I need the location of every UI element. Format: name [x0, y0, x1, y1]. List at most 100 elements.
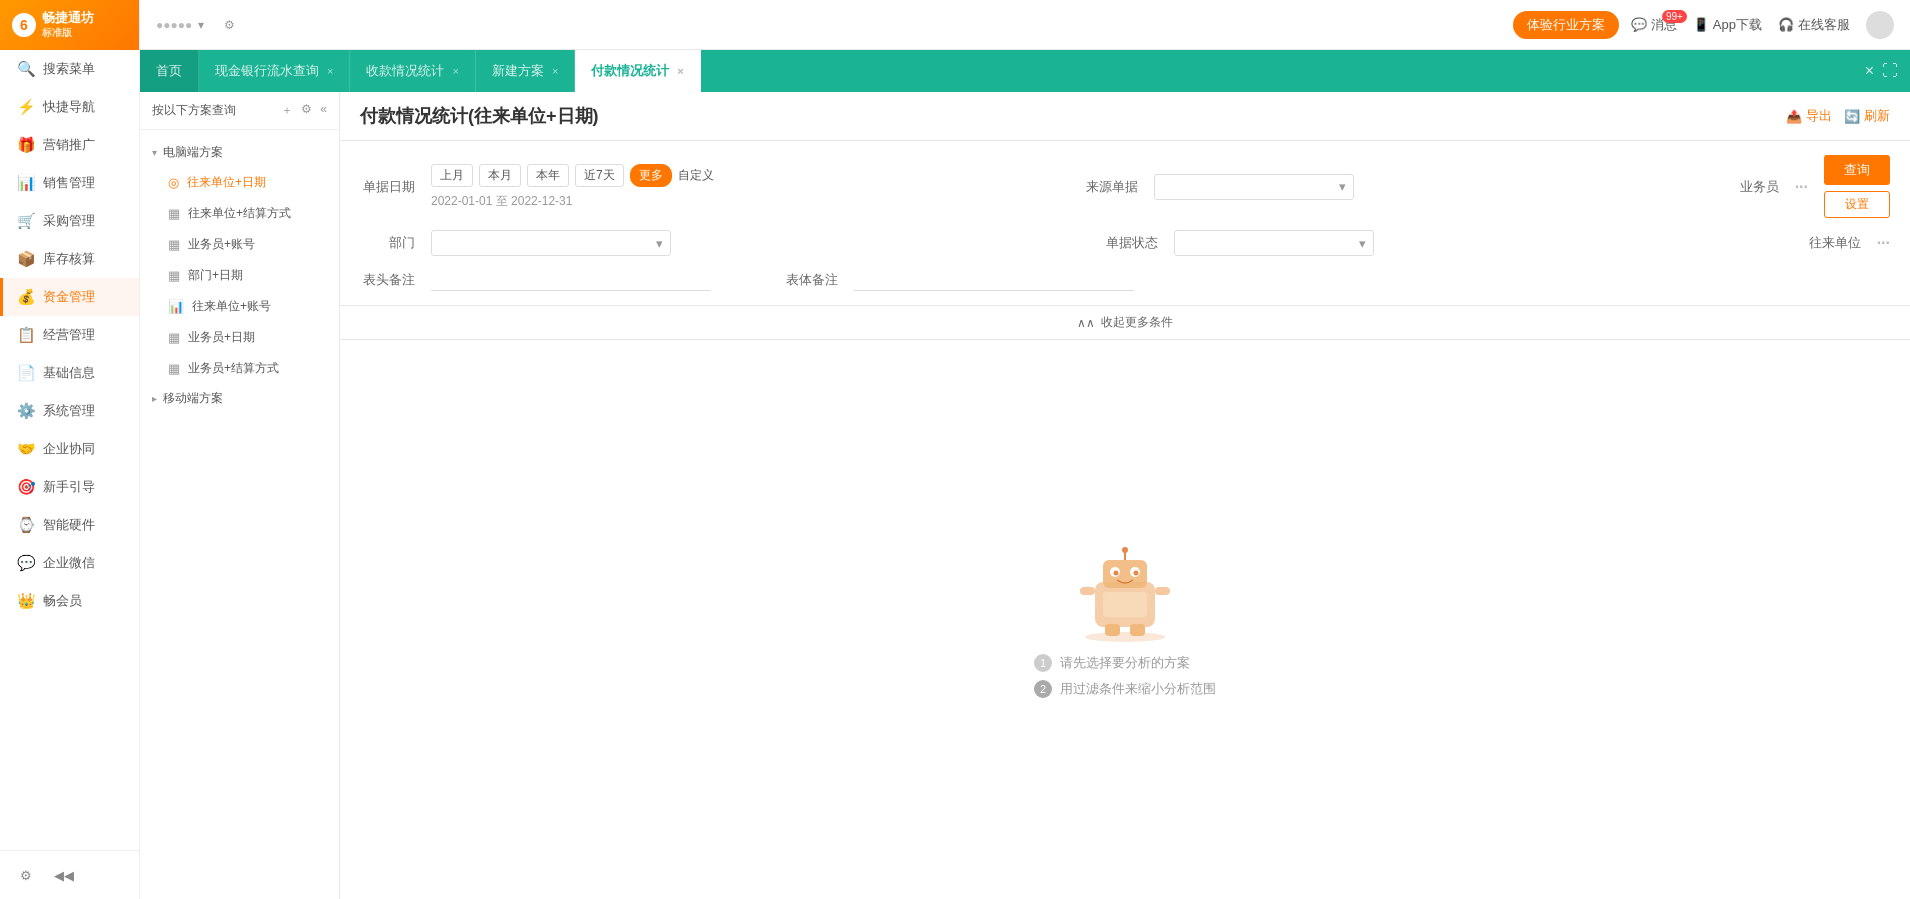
source-select-wrap: ▾ — [1154, 174, 1354, 200]
add-scheme-icon[interactable]: ＋ — [281, 102, 293, 119]
refresh-btn[interactable]: 🔄 刷新 — [1844, 107, 1890, 125]
export-btn[interactable]: 📤 导出 — [1786, 107, 1832, 125]
voucher-status-label: 单据状态 — [1103, 234, 1158, 252]
settings-gear[interactable]: ⚙ — [224, 18, 235, 32]
header-actions: 💬 消息 99+ 📱 App下载 🎧 在线客服 — [1631, 11, 1894, 39]
page-content: 按以下方案查询 ＋ ⚙ « ▾ 电脑端方案 ◎ 往来单位+日期 ▦ — [140, 92, 1910, 899]
scheme-item-salesman-settlement[interactable]: ▦ 业务员+结算方式 — [140, 353, 339, 384]
tab-cash-bank-close-icon[interactable]: × — [327, 65, 333, 77]
sales-icon: 📊 — [17, 174, 35, 192]
header-remark-input[interactable] — [431, 268, 711, 291]
sidebar-item-operation[interactable]: 📋 经营管理 — [0, 316, 139, 354]
setting-btn[interactable]: 设置 — [1824, 191, 1890, 218]
sidebar-item-sales[interactable]: 📊 销售管理 — [0, 164, 139, 202]
sidebar-item-wechat[interactable]: 💬 企业微信 — [0, 544, 139, 582]
filter-section: 单据日期 上月 本月 本年 近7天 更多 自定义 2022-01-01 至 20… — [340, 141, 1910, 306]
page-header: 付款情况统计(往来单位+日期) 📤 导出 🔄 刷新 — [340, 92, 1910, 141]
scheme-group-mobile[interactable]: ▸ 移动端方案 — [140, 384, 339, 413]
date-btn-this-month[interactable]: 本月 — [479, 164, 521, 187]
sidebar-item-wechat-label: 企业微信 — [43, 554, 95, 572]
scheme-item-dept-date[interactable]: ▦ 部门+日期 — [140, 260, 339, 291]
scheme-item-partner-settlement-label: 往来单位+结算方式 — [188, 205, 291, 222]
chevron-down-icon: ▾ — [152, 147, 157, 158]
dept-select[interactable] — [431, 230, 671, 256]
collapse-scheme-icon[interactable]: « — [320, 102, 327, 119]
scheme-item-partner-settlement[interactable]: ▦ 往来单位+结算方式 — [140, 198, 339, 229]
body-remark-input[interactable] — [854, 268, 1134, 291]
app-edition: 标准版 — [42, 26, 94, 40]
partner-dots[interactable]: ··· — [1877, 234, 1890, 252]
date-btn-this-year[interactable]: 本年 — [527, 164, 569, 187]
expand-tab-icon[interactable]: ⛶ — [1882, 62, 1898, 80]
operation-icon: 📋 — [17, 326, 35, 344]
sidebar-item-cooperation[interactable]: 🤝 企业协同 — [0, 430, 139, 468]
date-btn-last-month[interactable]: 上月 — [431, 164, 473, 187]
sidebar-item-system-label: 系统管理 — [43, 402, 95, 420]
messages-action[interactable]: 💬 消息 99+ — [1631, 16, 1677, 34]
sidebar-item-quick-nav[interactable]: ⚡ 快捷导航 — [0, 88, 139, 126]
date-buttons: 上月 本月 本年 近7天 更多 自定义 — [431, 164, 714, 187]
scheme-item-salesman-date[interactable]: ▦ 业务员+日期 — [140, 322, 339, 353]
settings-icon[interactable]: ⚙ — [12, 861, 40, 889]
customer-service-action[interactable]: 🎧 在线客服 — [1778, 16, 1850, 34]
user-avatar[interactable] — [1866, 11, 1894, 39]
scheme-group-desktop[interactable]: ▾ 电脑端方案 — [140, 138, 339, 167]
filter-action-btns: 查询 设置 — [1824, 155, 1890, 218]
manage-scheme-icon[interactable]: ⚙ — [301, 102, 312, 119]
tab-new-scheme-close-icon[interactable]: × — [552, 65, 558, 77]
tab-cash-bank-label: 现金银行流水查询 — [215, 62, 319, 80]
sidebar-item-system[interactable]: ⚙️ 系统管理 — [0, 392, 139, 430]
close-all-tabs-icon[interactable]: × — [1865, 62, 1874, 80]
address-chevron-icon[interactable]: ▾ — [198, 18, 204, 32]
sidebar-item-basic-info[interactable]: 📄 基础信息 — [0, 354, 139, 392]
main-area: ●●●●● ▾ ⚙ 体验行业方案 💬 消息 99+ 📱 App下载 🎧 在线客服 — [140, 0, 1910, 899]
tab-receipt-stats[interactable]: 收款情况统计 × — [350, 50, 475, 92]
empty-tips: 1 请先选择要分析的方案 2 用过滤条件来缩小分析范围 — [1034, 654, 1216, 698]
wechat-icon: 💬 — [17, 554, 35, 572]
search-icon: 🔍 — [17, 60, 35, 78]
scheme-item-salesman-account[interactable]: ▦ 业务员+账号 — [140, 229, 339, 260]
date-btn-more[interactable]: 更多 — [630, 164, 672, 187]
tab-cash-bank[interactable]: 现金银行流水查询 × — [199, 50, 350, 92]
query-btn[interactable]: 查询 — [1824, 155, 1890, 185]
salesman-dots[interactable]: ··· — [1795, 178, 1808, 196]
scheme-item-partner-date[interactable]: ◎ 往来单位+日期 — [140, 167, 339, 198]
body-remark-label: 表体备注 — [783, 271, 838, 289]
sidebar-item-inventory[interactable]: 📦 库存核算 — [0, 240, 139, 278]
tab-payment-stats-close-icon[interactable]: × — [677, 65, 683, 77]
date-custom-label[interactable]: 自定义 — [678, 167, 714, 184]
svg-point-5 — [1114, 570, 1119, 575]
scheme-item-partner-account[interactable]: 📊 往来单位+账号 — [140, 291, 339, 322]
dept-label: 部门 — [360, 234, 415, 252]
sidebar-item-finance[interactable]: 💰 资金管理 — [0, 278, 139, 316]
tab-end-actions: × ⛶ — [1853, 62, 1910, 80]
sidebar-item-purchase[interactable]: 🛒 采购管理 — [0, 202, 139, 240]
scheme-item-icon-4: 📊 — [168, 299, 184, 314]
sidebar-bottom: ⚙ ◀◀ — [0, 850, 139, 899]
system-icon: ⚙️ — [17, 402, 35, 420]
sidebar-item-search[interactable]: 🔍 搜索菜单 — [0, 50, 139, 88]
svg-rect-12 — [1130, 624, 1145, 636]
tab-payment-stats[interactable]: 付款情况统计 × — [575, 50, 700, 92]
sidebar-item-member[interactable]: 👑 畅会员 — [0, 582, 139, 620]
tab-receipt-stats-close-icon[interactable]: × — [452, 65, 458, 77]
date-btn-last-7-days[interactable]: 近7天 — [575, 164, 624, 187]
app-download-action[interactable]: 📱 App下载 — [1693, 16, 1762, 34]
scheme-header-label: 按以下方案查询 — [152, 102, 236, 119]
sidebar-item-marketing[interactable]: 🎁 营销推广 — [0, 126, 139, 164]
collapse-sidebar-icon[interactable]: ◀◀ — [50, 861, 78, 889]
trial-btn[interactable]: 体验行业方案 — [1513, 11, 1619, 39]
messages-badge: 99+ — [1662, 10, 1687, 23]
refresh-label: 刷新 — [1864, 107, 1890, 125]
svg-point-0 — [1085, 632, 1165, 642]
voucher-status-select[interactable] — [1174, 230, 1374, 256]
tab-new-scheme[interactable]: 新建方案 × — [476, 50, 575, 92]
tab-home[interactable]: 首页 — [140, 50, 199, 92]
sidebar-item-hardware[interactable]: ⌚ 智能硬件 — [0, 506, 139, 544]
scheme-item-partner-account-label: 往来单位+账号 — [192, 298, 271, 315]
scheme-group-desktop-label: 电脑端方案 — [163, 144, 223, 161]
tip-num-2: 2 — [1034, 680, 1052, 698]
source-select[interactable] — [1154, 174, 1354, 200]
collapse-bar[interactable]: ∧∧ 收起更多条件 — [340, 306, 1910, 340]
sidebar-item-guide[interactable]: 🎯 新手引导 — [0, 468, 139, 506]
